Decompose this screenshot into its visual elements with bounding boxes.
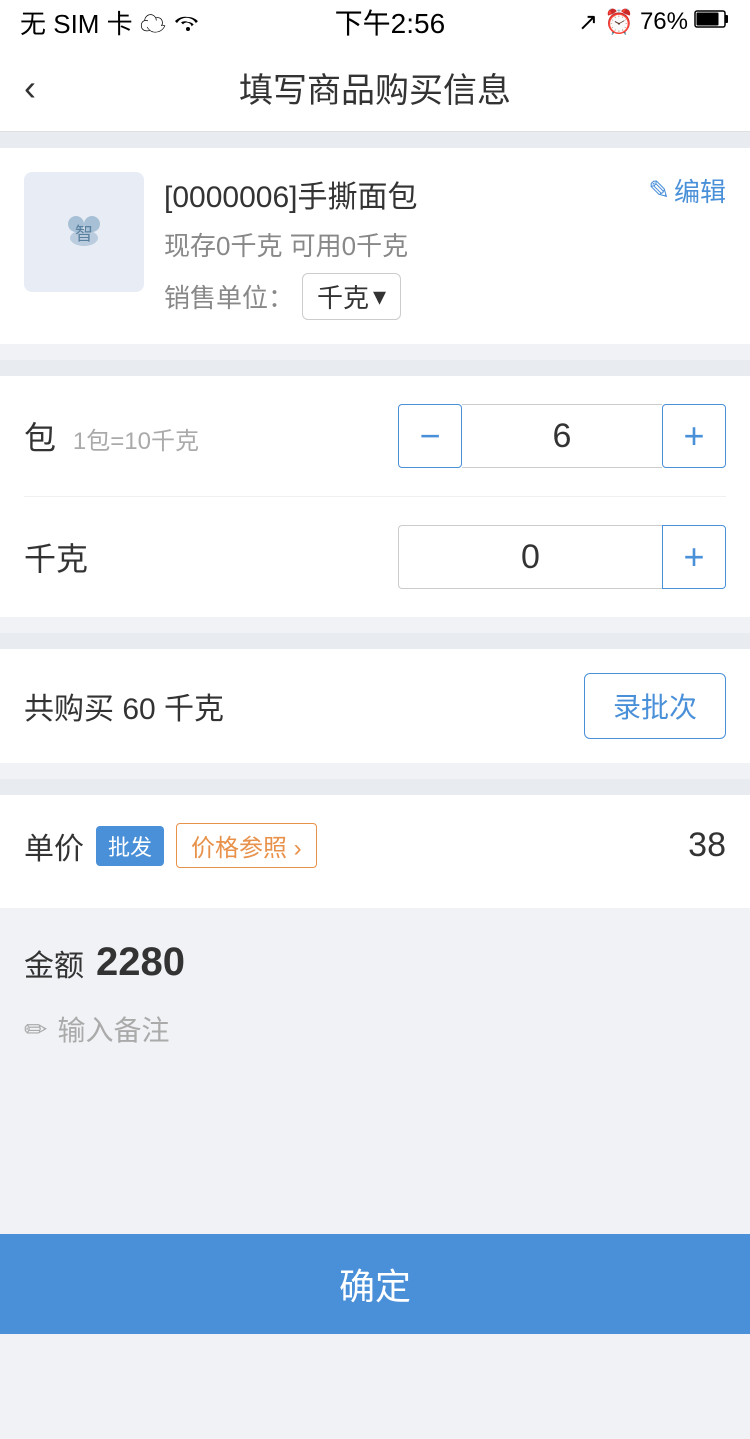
- amount-row: 金额 2280: [24, 940, 726, 985]
- batch-button[interactable]: 录批次: [584, 673, 726, 739]
- amount-section: 金额 2280 ✏ 输入备注: [0, 912, 750, 1059]
- edit-button[interactable]: ✎ 编辑: [648, 172, 726, 209]
- alarm-icon: ⏰: [604, 8, 634, 37]
- product-stock: 现存0千克 可用0千克: [164, 226, 628, 263]
- input-row-kg: 千克 +: [24, 497, 726, 617]
- input-label-kg: 千克: [24, 534, 88, 580]
- input-controls-kg: +: [398, 525, 726, 589]
- wifi-icon: [174, 7, 202, 38]
- status-time: 下午2:56: [335, 2, 446, 42]
- pifa-tag: 批发: [96, 826, 164, 866]
- input-controls-bao: − +: [398, 404, 726, 468]
- input-sub-bao: 1包=10千克: [73, 428, 199, 455]
- amount-label: 金额: [24, 941, 84, 985]
- minus-button-bao[interactable]: −: [398, 404, 462, 468]
- status-right: ↗ ⏰ 76%: [578, 8, 730, 37]
- price-value: 38: [688, 826, 726, 865]
- total-section: 共购买 60 千克 录批次: [0, 649, 750, 763]
- price-row: 单价 批发 价格参照 › 38: [24, 823, 726, 868]
- amount-value: 2280: [96, 940, 185, 985]
- plus-button-bao[interactable]: +: [662, 404, 726, 468]
- confirm-bar[interactable]: 确定: [0, 1234, 750, 1334]
- status-bar: 无 SIM 卡 ☁ 下午2:56 ↗ ⏰ 76%: [0, 0, 750, 44]
- pencil-icon: ✏: [24, 1013, 47, 1046]
- price-ref-button[interactable]: 价格参照 ›: [176, 823, 317, 868]
- note-placeholder: 输入备注: [57, 1009, 169, 1049]
- note-row[interactable]: ✏ 输入备注: [24, 1009, 726, 1049]
- price-section: 单价 批发 价格参照 › 38: [0, 795, 750, 908]
- section-separator-1: [0, 360, 750, 376]
- section-separator-2: [0, 633, 750, 649]
- input-label-bao: 包 1包=10千克: [24, 413, 199, 459]
- input-row-bao: 包 1包=10千克 − +: [24, 376, 726, 497]
- sim-status: 无 SIM 卡 ☁: [20, 4, 166, 41]
- price-label: 单价 批发 价格参照 ›: [24, 823, 317, 868]
- svg-text:智: 智: [75, 224, 93, 244]
- unit-value: 千克: [317, 278, 369, 315]
- unit-label: 销售单位：: [164, 278, 294, 315]
- total-text: 共购买 60 千克: [24, 684, 224, 728]
- product-edit-area: ✎ 编辑: [648, 172, 726, 209]
- product-card: 智 [0000006]手撕面包 现存0千克 可用0千克 销售单位： 千克 ▾ ✎…: [0, 148, 750, 344]
- dropdown-arrow-icon: ▾: [373, 281, 386, 312]
- battery-level: 76%: [640, 8, 688, 36]
- input-section: 包 1包=10千克 − + 千克 +: [0, 376, 750, 617]
- price-ref-label: 价格参照 ›: [191, 828, 302, 863]
- price-label-text: 单价: [24, 824, 84, 868]
- edit-label: 编辑: [674, 172, 726, 209]
- plus-button-kg[interactable]: +: [662, 525, 726, 589]
- edit-icon: ✎: [648, 175, 670, 206]
- section-separator-top: [0, 132, 750, 148]
- back-button[interactable]: ‹: [24, 67, 36, 109]
- qty-input-bao[interactable]: [462, 404, 662, 468]
- qty-input-kg[interactable]: [398, 525, 662, 589]
- page-title: 填写商品购买信息: [239, 63, 511, 112]
- product-thumbnail: 智: [24, 172, 144, 292]
- product-info: [0000006]手撕面包 现存0千克 可用0千克 销售单位： 千克 ▾: [164, 172, 628, 320]
- nav-bar: ‹ 填写商品购买信息: [0, 44, 750, 132]
- status-left: 无 SIM 卡 ☁: [20, 4, 202, 41]
- product-name: [0000006]手撕面包: [164, 172, 628, 216]
- unit-dropdown[interactable]: 千克 ▾: [302, 273, 401, 320]
- section-separator-3: [0, 779, 750, 795]
- confirm-button[interactable]: 确定: [339, 1258, 411, 1310]
- location-icon: ↗: [578, 8, 598, 37]
- battery-icon: [694, 8, 730, 36]
- product-unit: 销售单位： 千克 ▾: [164, 273, 628, 320]
